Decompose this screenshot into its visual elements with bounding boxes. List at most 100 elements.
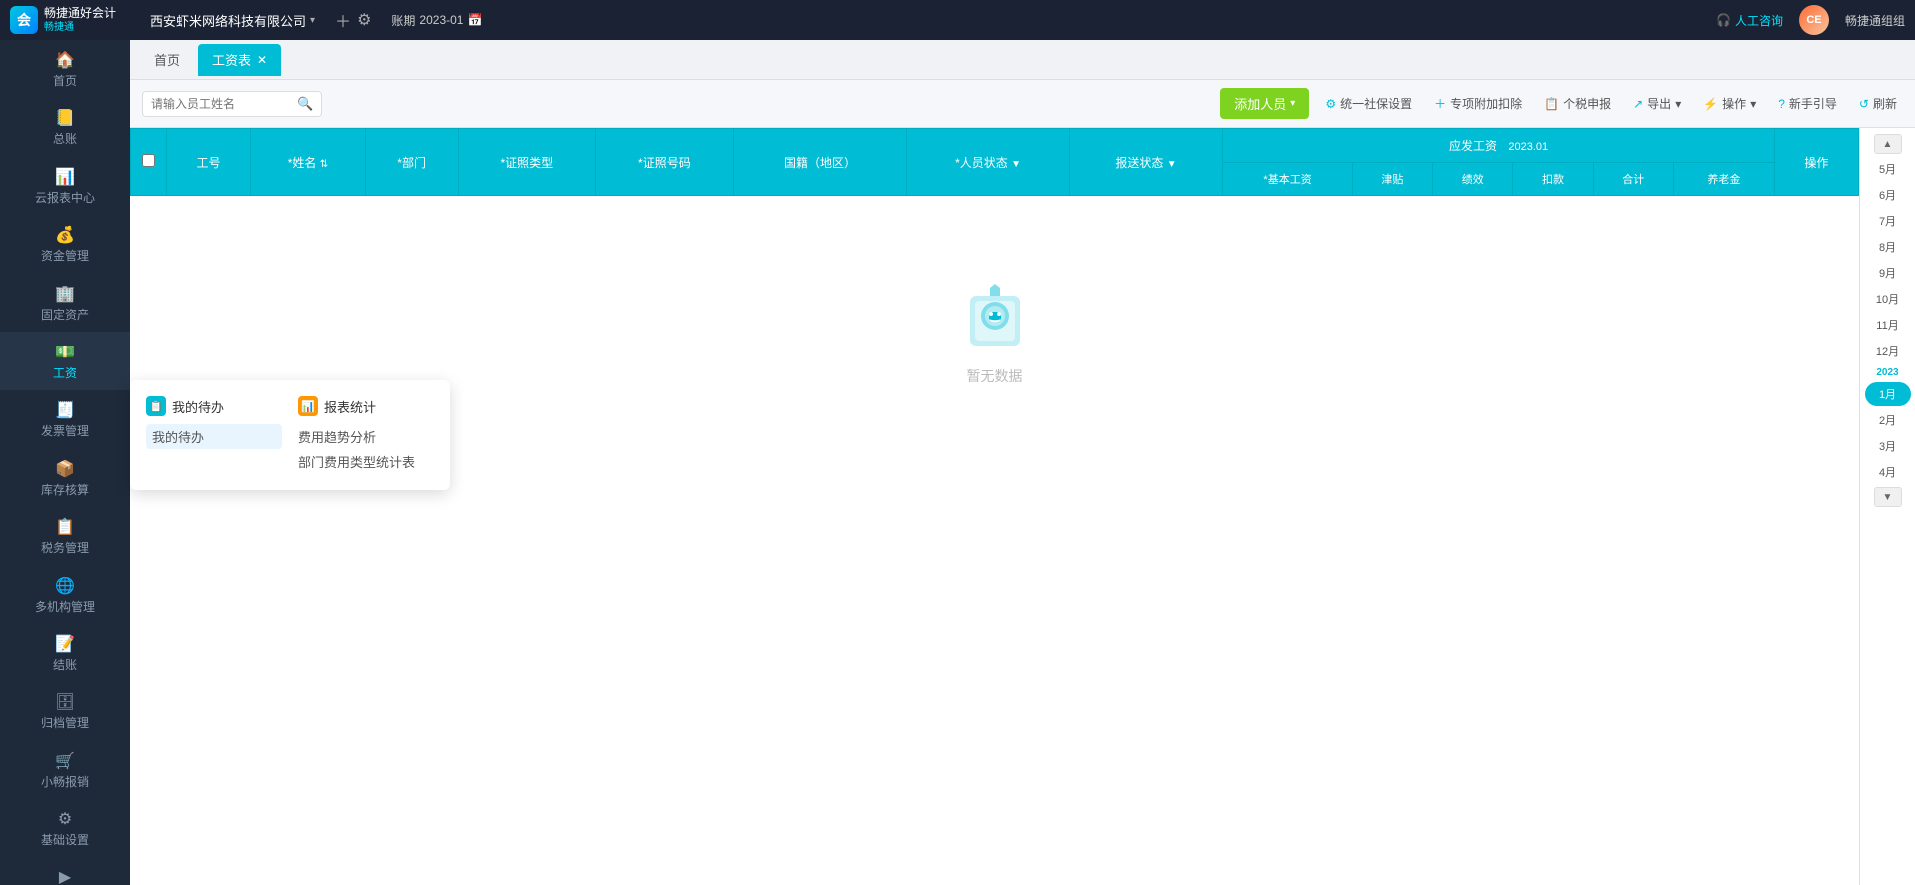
- refresh-button[interactable]: ↺ 刷新: [1853, 91, 1903, 116]
- month-item-nov[interactable]: 11月: [1865, 313, 1911, 337]
- tab-home-label: 首页: [154, 50, 180, 69]
- close-period-icon: 📝: [55, 634, 75, 654]
- sidebar-item-expense[interactable]: 🛒 小畅报销: [0, 741, 130, 799]
- tab-salary[interactable]: 工资表 ✕: [198, 44, 281, 76]
- sidebar-item-label: 总账: [53, 132, 77, 146]
- month-item-oct[interactable]: 10月: [1865, 287, 1911, 311]
- search-icon: 🔍: [297, 96, 313, 112]
- sub-col-pension: 养老金: [1673, 163, 1774, 196]
- calendar-icon[interactable]: 📅: [467, 13, 482, 27]
- sidebar-item-label: 归档管理: [41, 716, 89, 730]
- month-item-jun[interactable]: 6月: [1865, 183, 1911, 207]
- fund-icon: 💰: [55, 225, 75, 245]
- sidebar-item-settings[interactable]: ⚙ 基础设置: [0, 799, 130, 857]
- sidebar-item-close[interactable]: 📝 结账: [0, 624, 130, 682]
- sidebar-item-label: 首页: [53, 74, 77, 88]
- search-input[interactable]: [151, 97, 291, 111]
- operations-icon: ⚡: [1703, 97, 1718, 111]
- dropdown-arrow-icon: ▾: [1290, 98, 1295, 109]
- add-person-label: 添加人员: [1234, 94, 1286, 113]
- top-header: 会 畅捷通好会计 畅捷通 西安虾米网络科技有限公司 ▾ ＋ ⚙ 账期 2023-…: [0, 0, 1915, 40]
- operations-dropdown-icon: ▾: [1750, 97, 1756, 111]
- chevron-down-icon: ▾: [310, 15, 315, 26]
- sidebar-item-archive[interactable]: 🗄 归档管理: [0, 682, 130, 740]
- month-item-apr-2023[interactable]: 4月: [1865, 460, 1911, 484]
- operations-button[interactable]: ⚡ 操作 ▾: [1697, 91, 1762, 116]
- popup-reports-header: 📊 报表统计: [298, 396, 434, 416]
- col-id-num: *证照号码: [596, 129, 734, 196]
- sidebar-item-label: 发票管理: [41, 424, 89, 438]
- table-container: 工号 *姓名 ⇅ *部门 *证照类型: [130, 128, 1859, 885]
- col-number: 工号: [167, 129, 251, 196]
- toolbar: 🔍 添加人员 ▾ ⚙ 统一社保设置 ＋ 专项附加扣除 📋 个税申报: [130, 80, 1915, 128]
- sidebar-item-tax[interactable]: 📋 税务管理: [0, 507, 130, 565]
- month-item-jul[interactable]: 7月: [1865, 209, 1911, 233]
- col-dept: *部门: [365, 129, 458, 196]
- month-item-feb-2023[interactable]: 2月: [1865, 408, 1911, 432]
- headphone-icon: 🎧: [1716, 13, 1731, 27]
- close-tab-icon[interactable]: ✕: [257, 53, 267, 67]
- sidebar-item-label: 小畅报销: [41, 775, 89, 789]
- tab-home[interactable]: 首页: [140, 44, 194, 76]
- popup-col-reports: 📊 报表统计 费用趋势分析 部门费用类型统计表: [298, 396, 434, 474]
- sidebar-item-multi-org[interactable]: 🌐 多机构管理: [0, 566, 130, 624]
- avatar: CE: [1799, 5, 1829, 35]
- logo-text: 畅捷通好会计 畅捷通: [44, 6, 116, 35]
- salary-icon: 💵: [55, 342, 75, 362]
- refresh-icon: ↺: [1859, 97, 1869, 111]
- month-item-jan-2023[interactable]: 1月: [1865, 382, 1911, 406]
- sidebar-item-salary[interactable]: 💵 工资: [0, 332, 130, 390]
- month-item-sep[interactable]: 9月: [1865, 261, 1911, 285]
- invoice-icon: 🧾: [55, 400, 75, 420]
- popup-report-item-0[interactable]: 费用趋势分析: [298, 424, 434, 449]
- month-item-aug[interactable]: 8月: [1865, 235, 1911, 259]
- sidebar-item-ledger[interactable]: 📒 总账: [0, 98, 130, 156]
- company-name: 西安虾米网络科技有限公司: [150, 11, 306, 30]
- month-item-dec[interactable]: 12月: [1865, 339, 1911, 363]
- empty-illustration: [955, 276, 1035, 356]
- col-status: *人员状态 ▼: [907, 129, 1069, 196]
- company-area: 西安虾米网络科技有限公司 ▾ ＋ ⚙ 账期 2023-01 📅: [150, 8, 482, 32]
- add-icon[interactable]: ＋: [335, 8, 351, 32]
- add-person-button[interactable]: 添加人员 ▾: [1220, 88, 1309, 119]
- sidebar-item-assets[interactable]: 🏢 固定资产: [0, 274, 130, 332]
- guide-button[interactable]: ? 新手引导: [1772, 91, 1843, 116]
- settings-side-icon: ⚙: [58, 809, 72, 829]
- export-dropdown-icon: ▾: [1675, 97, 1681, 111]
- sidebar: 🏠 首页 📒 总账 📊 云报表中心 💰 资金管理 🏢 固定资产 💵 工资 🧾 发…: [0, 40, 130, 885]
- ledger-icon: 📒: [55, 108, 75, 128]
- sidebar-item-inventory[interactable]: 📦 库存核算: [0, 449, 130, 507]
- service-button[interactable]: 🎧 人工咨询: [1716, 12, 1783, 29]
- special-deduction-button[interactable]: ＋ 专项附加扣除: [1428, 91, 1528, 116]
- expense-icon: 🛒: [55, 751, 75, 771]
- checkbox-all-th[interactable]: [131, 129, 167, 196]
- social-security-button[interactable]: ⚙ 统一社保设置: [1319, 91, 1418, 116]
- guide-label: 新手引导: [1789, 95, 1837, 112]
- sidebar-item-home[interactable]: 🏠 首页: [0, 40, 130, 98]
- tax-report-button[interactable]: 📋 个税申报: [1538, 91, 1617, 116]
- popup-report-item-1[interactable]: 部门费用类型统计表: [298, 449, 434, 474]
- month-item-may[interactable]: 5月: [1865, 157, 1911, 181]
- salary-group-header: 应发工资 2023.01: [1223, 129, 1774, 163]
- popup-menu: 📋 我的待办 我的待办 📊 报表统计 费用趋势分析 部门费用类型统计表: [130, 380, 450, 490]
- sidebar-item-label: 多机构管理: [35, 600, 95, 614]
- export-button[interactable]: ↗ 导出 ▾: [1627, 91, 1687, 116]
- col-report-status: 报送状态 ▼: [1069, 129, 1223, 196]
- sidebar-item-reports[interactable]: 📊 云报表中心: [0, 157, 130, 215]
- sub-col-performance: 绩效: [1433, 163, 1513, 196]
- col-id-type: *证照类型: [458, 129, 596, 196]
- sidebar-item-label: 基础设置: [41, 833, 89, 847]
- sub-col-allowance: 津贴: [1352, 163, 1432, 196]
- company-dropdown[interactable]: 西安虾米网络科技有限公司 ▾: [150, 11, 315, 30]
- select-all-checkbox[interactable]: [142, 154, 155, 167]
- month-item-mar-2023[interactable]: 3月: [1865, 434, 1911, 458]
- month-nav-down[interactable]: ▼: [1874, 487, 1902, 507]
- popup-todo-item-0[interactable]: 我的待办: [146, 424, 282, 449]
- sidebar-item-invoice[interactable]: 🧾 发票管理: [0, 390, 130, 448]
- settings-icon[interactable]: ⚙: [357, 10, 371, 30]
- sidebar-item-guide[interactable]: ▶ 新手引导: [0, 857, 130, 885]
- sidebar-item-label: 固定资产: [41, 308, 89, 322]
- month-nav-up[interactable]: ▲: [1874, 134, 1902, 154]
- inventory-icon: 📦: [55, 459, 75, 479]
- sidebar-item-fund[interactable]: 💰 资金管理: [0, 215, 130, 273]
